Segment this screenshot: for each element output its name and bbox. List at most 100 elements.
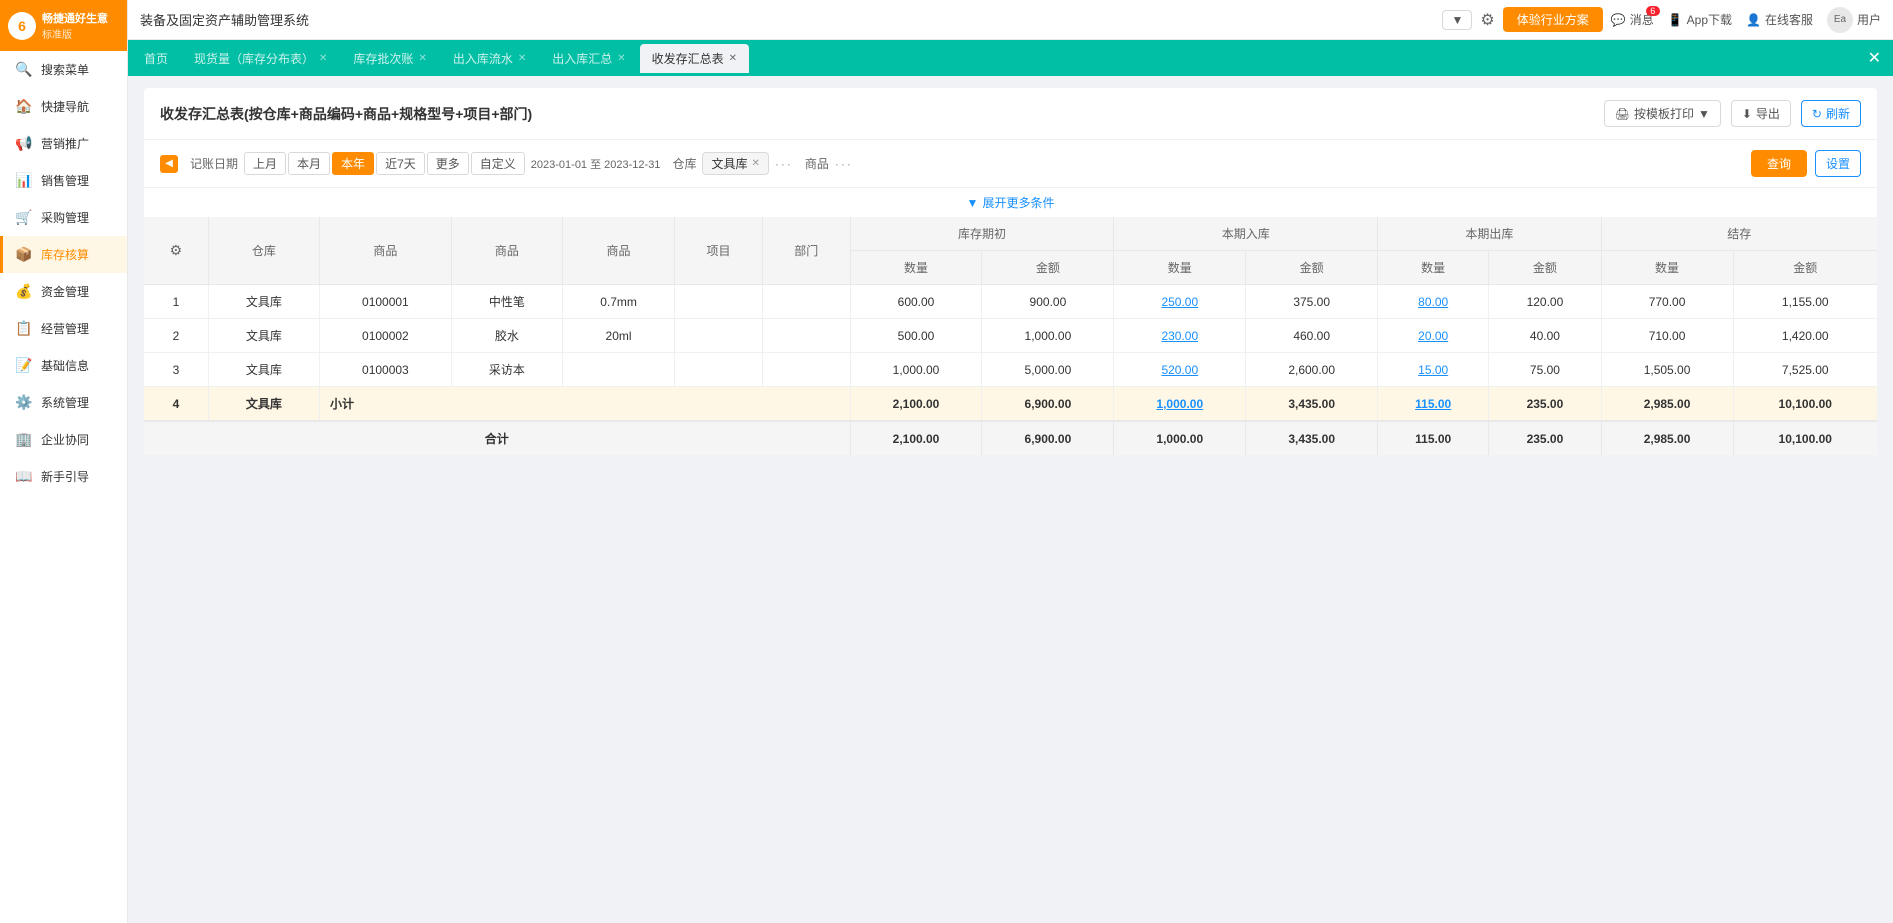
warehouse-tag[interactable]: 文具库 ✕ — [702, 152, 768, 175]
app-label: App下载 — [1687, 11, 1732, 28]
cell-warehouse: 文具库 — [208, 353, 319, 387]
date-btn-this-month[interactable]: 本月 — [288, 152, 330, 175]
total-end-amt: 10,100.00 — [1733, 421, 1877, 455]
tab-close-batch[interactable]: ✕ — [418, 53, 426, 64]
cell-no: 3 — [144, 353, 208, 387]
tab-close-inout-flow[interactable]: ✕ — [518, 53, 526, 64]
tab-home[interactable]: 首页 — [132, 44, 180, 73]
col-out-qty: 数量 — [1378, 251, 1489, 285]
product-more[interactable]: ··· — [835, 157, 853, 171]
tab-receive-summary[interactable]: 收发存汇总表 ✕ — [640, 44, 749, 73]
cell-project — [675, 285, 763, 319]
col-out-header: 本期出库 — [1378, 217, 1601, 251]
date-btn-custom[interactable]: 自定义 — [471, 152, 525, 175]
total-end-qty: 2,985.00 — [1601, 421, 1733, 455]
sidebar-item-sales[interactable]: 📊 销售管理 — [0, 162, 127, 199]
tab-inout-summary[interactable]: 出入库汇总 ✕ — [540, 44, 637, 73]
message-badge: 6 — [1646, 6, 1660, 16]
product-filter-label: 商品 — [805, 155, 829, 172]
col-init-amt: 金额 — [982, 251, 1114, 285]
tab-close-receive-summary[interactable]: ✕ — [729, 53, 737, 64]
print-button[interactable]: 🖨 按模板打印 ▼ — [1604, 100, 1721, 127]
sidebar-item-marketing[interactable]: 📢 营销推广 — [0, 125, 127, 162]
tab-close-inout-summary[interactable]: ✕ — [617, 53, 625, 64]
sidebar-item-system[interactable]: ⚙️ 系统管理 — [0, 384, 127, 421]
total-out-qty: 115.00 — [1378, 421, 1489, 455]
close-all-tabs-button[interactable]: ✕ — [1860, 48, 1889, 68]
date-btn-more[interactable]: 更多 — [427, 152, 469, 175]
cell-in-amt: 460.00 — [1246, 319, 1378, 353]
sidebar-item-label: 新手引导 — [41, 468, 89, 485]
sidebar-item-search[interactable]: 🔍 搜索菜单 — [0, 51, 127, 88]
sidebar-item-quick-nav[interactable]: 🏠 快捷导航 — [0, 88, 127, 125]
data-table-container: ⚙ 仓库 商品 商品 商品 项目 部门 库存期初 本期入库 本期出库 结存 — [144, 217, 1877, 455]
cell-in-qty[interactable]: 230.00 — [1114, 319, 1246, 353]
col-end-amt: 金额 — [1733, 251, 1877, 285]
subtotal-out-qty[interactable]: 115.00 — [1378, 387, 1489, 422]
sidebar-item-purchase[interactable]: 🛒 采购管理 — [0, 199, 127, 236]
date-btn-this-year[interactable]: 本年 — [332, 152, 374, 175]
cell-in-qty[interactable]: 520.00 — [1114, 353, 1246, 387]
warehouse-more[interactable]: ··· — [775, 157, 793, 171]
cell-in-amt: 2,600.00 — [1246, 353, 1378, 387]
tab-close-stock-dist[interactable]: ✕ — [319, 53, 327, 64]
filter-collapse-button[interactable]: ◀ — [160, 155, 178, 173]
col-dept-header: 部门 — [762, 217, 850, 285]
expand-filter-button[interactable]: ▼ 展开更多条件 — [967, 194, 1055, 211]
cell-end-qty: 770.00 — [1601, 285, 1733, 319]
set-button[interactable]: 设置 — [1815, 150, 1861, 177]
trial-button[interactable]: 体验行业方案 — [1503, 7, 1603, 32]
refresh-icon: ↻ — [1812, 107, 1822, 121]
settings-icon[interactable]: ⚙ — [1480, 10, 1494, 30]
logo-icon: 6 — [8, 12, 36, 40]
date-btn-last-month[interactable]: 上月 — [244, 152, 286, 175]
subtotal-label: 小计 — [319, 387, 850, 422]
cell-out-qty[interactable]: 80.00 — [1378, 285, 1489, 319]
cell-end-amt: 1,155.00 — [1733, 285, 1877, 319]
topbar-right: 💬 消息 6 📱 App下载 👤 在线客服 Ea 用户 — [1611, 7, 1881, 33]
online-service-button[interactable]: 👤 在线客服 — [1746, 11, 1813, 28]
cell-warehouse: 文具库 — [208, 319, 319, 353]
sidebar-item-basic[interactable]: 📝 基础信息 — [0, 347, 127, 384]
total-label: 合计 — [144, 421, 850, 455]
table-settings-icon[interactable]: ⚙ — [170, 242, 183, 258]
table-row: 3 文具库 0100003 采访本 1,000.00 5,000.00 520.… — [144, 353, 1877, 387]
warehouse-tag-close[interactable]: ✕ — [751, 158, 759, 169]
sidebar-item-label: 经营管理 — [41, 320, 89, 337]
total-init-amt: 6,900.00 — [982, 421, 1114, 455]
cell-spec — [562, 353, 674, 387]
subtotal-end-amt: 10,100.00 — [1733, 387, 1877, 422]
sidebar-item-finance[interactable]: 💰 资金管理 — [0, 273, 127, 310]
sidebar-item-enterprise[interactable]: 🏢 企业协同 — [0, 421, 127, 458]
cell-out-qty[interactable]: 20.00 — [1378, 319, 1489, 353]
subtotal-out-amt: 235.00 — [1489, 387, 1601, 422]
tab-stock-dist[interactable]: 现货量（库存分布表） ✕ — [182, 44, 339, 73]
sidebar-item-label: 库存核算 — [41, 246, 89, 263]
cell-out-qty[interactable]: 15.00 — [1378, 353, 1489, 387]
subtotal-in-qty[interactable]: 1,000.00 — [1114, 387, 1246, 422]
export-button[interactable]: ⬇ 导出 — [1731, 100, 1791, 127]
message-button[interactable]: 💬 消息 6 — [1611, 11, 1654, 28]
tab-inout-flow[interactable]: 出入库流水 ✕ — [441, 44, 538, 73]
cell-out-amt: 75.00 — [1489, 353, 1601, 387]
sidebar-item-guide[interactable]: 📖 新手引导 — [0, 458, 127, 495]
purchase-icon: 🛒 — [15, 209, 33, 226]
sidebar-item-inventory[interactable]: 📦 库存核算 — [0, 236, 127, 273]
query-button[interactable]: 查询 — [1751, 150, 1807, 177]
date-btn-7days[interactable]: 近7天 — [376, 152, 425, 175]
tab-batch[interactable]: 库存批次账 ✕ — [341, 44, 438, 73]
cell-in-qty[interactable]: 250.00 — [1114, 285, 1246, 319]
user-menu[interactable]: Ea 用户 — [1827, 7, 1881, 33]
sidebar-item-business[interactable]: 📋 经营管理 — [0, 310, 127, 347]
system-dropdown[interactable]: ▼ — [1442, 10, 1472, 30]
search-icon: 🔍 — [15, 61, 33, 78]
service-icon: 👤 — [1746, 13, 1761, 27]
col-settings[interactable]: ⚙ — [144, 217, 208, 285]
total-row: 合计 2,100.00 6,900.00 1,000.00 3,435.00 1… — [144, 421, 1877, 455]
page-actions: 🖨 按模板打印 ▼ ⬇ 导出 ↻ 刷新 — [1604, 100, 1861, 127]
refresh-button[interactable]: ↻ 刷新 — [1801, 100, 1861, 127]
app-download-button[interactable]: 📱 App下载 — [1668, 11, 1732, 28]
query-action-group: 查询 设置 — [1751, 150, 1861, 177]
col-warehouse-header: 仓库 — [208, 217, 319, 285]
cell-in-amt: 375.00 — [1246, 285, 1378, 319]
